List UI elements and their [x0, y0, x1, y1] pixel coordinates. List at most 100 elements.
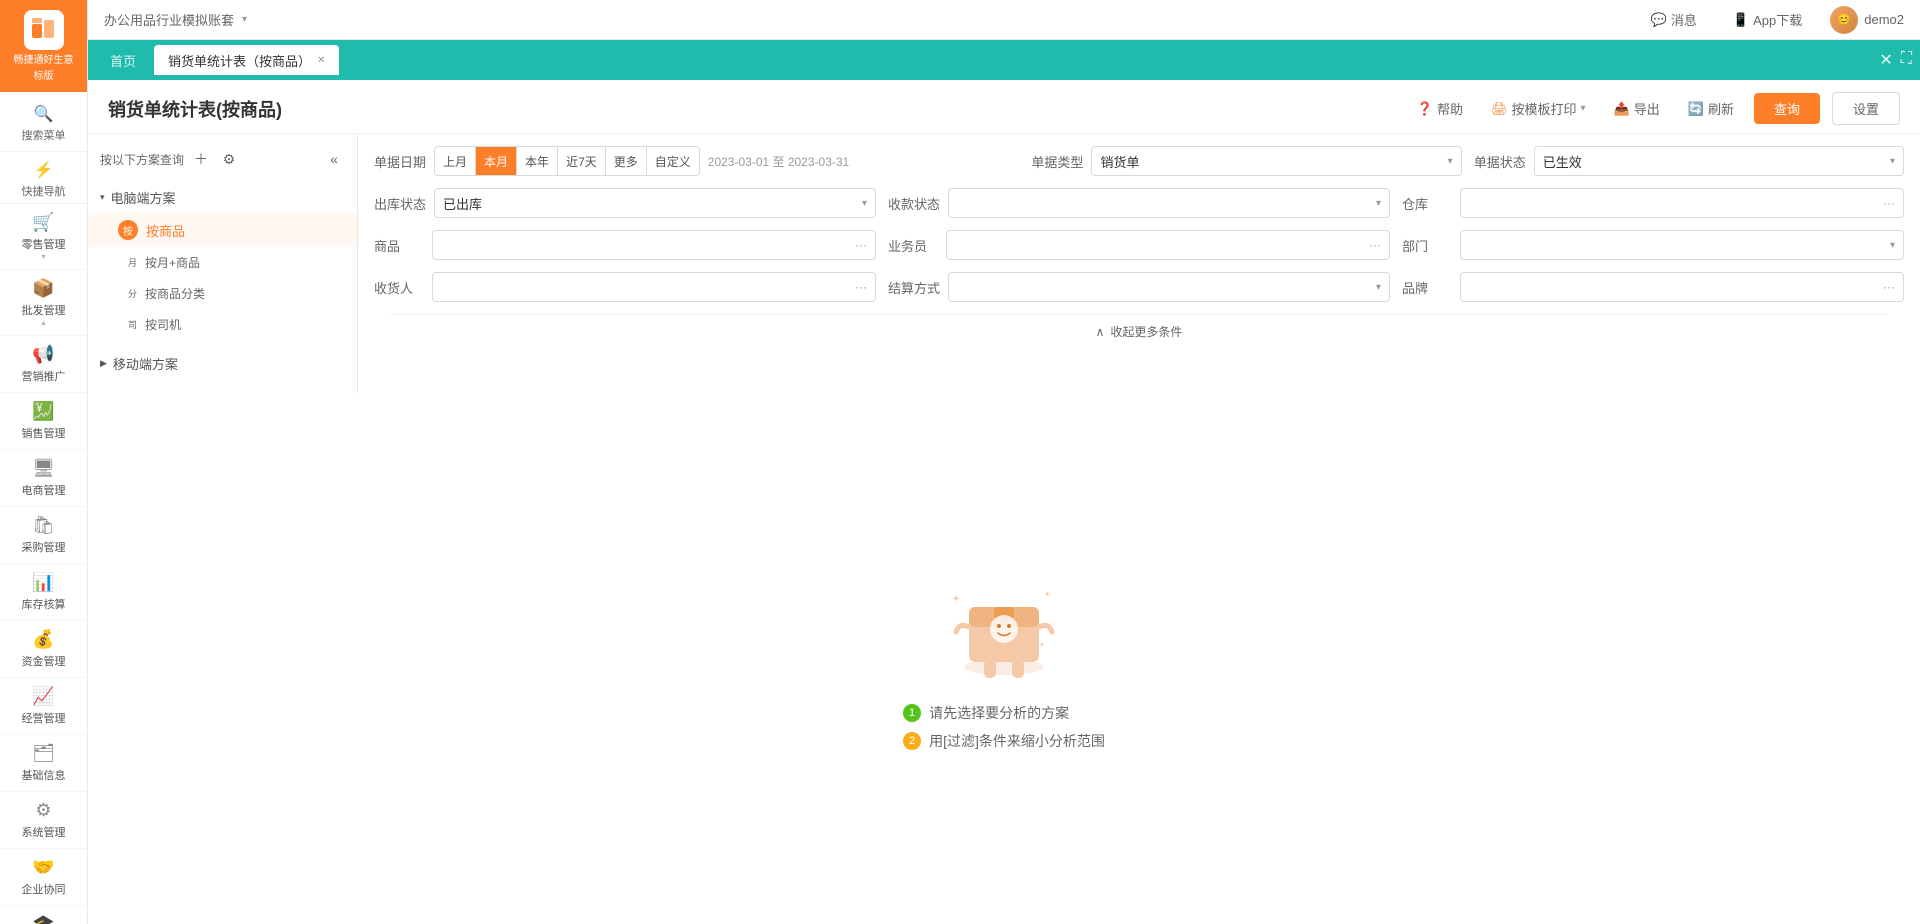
out-status-control[interactable]: 已出库 ▾ — [434, 188, 876, 218]
sidebar-item-marketing[interactable]: 📢 营销推广 — [0, 336, 87, 393]
sidebar-item-finance[interactable]: 💰 资金管理 — [0, 621, 87, 678]
consignee-control[interactable]: ··· — [432, 272, 876, 302]
goods-more[interactable]: ··· — [855, 238, 867, 252]
sidebar-quick-nav[interactable]: ⚡ 快捷导航 — [0, 152, 87, 204]
sidebar-sales-label: 销售管理 — [22, 425, 66, 441]
app-download-label: App下载 — [1753, 10, 1802, 29]
desktop-group-label: 电脑端方案 — [111, 188, 176, 207]
date-tab-custom[interactable]: 自定义 — [647, 147, 699, 175]
date-tab-7days[interactable]: 近7天 — [558, 147, 606, 175]
date-tab-last-month[interactable]: 上月 — [435, 147, 476, 175]
sidebar-item-sales[interactable]: 💹 销售管理 — [0, 393, 87, 450]
tab-sales-stat[interactable]: 销货单统计表（按商品） ✕ — [154, 45, 339, 75]
sidebar-item-system[interactable]: ⚙ 系统管理 — [0, 792, 87, 849]
logo-title: 畅捷通好生意 — [14, 54, 74, 67]
avatar: 😊 — [1830, 6, 1858, 34]
query-button[interactable]: 查询 — [1754, 93, 1820, 124]
out-status-arrow: ▾ — [862, 198, 867, 209]
sidebar-item-guide[interactable]: 🎓 新手引导 — [0, 906, 87, 924]
scheme-settings-btn[interactable]: ⚙ — [218, 148, 240, 170]
print-icon: 🖨 — [1491, 101, 1508, 117]
app-download-btn[interactable]: 📱 App下载 — [1725, 6, 1810, 33]
sidebar-enterprise-label: 企业协同 — [22, 881, 66, 897]
sidebar-finance-label: 资金管理 — [22, 653, 66, 669]
sidebar-marketing-label: 营销推广 — [22, 368, 66, 384]
maximize-icon[interactable]: ⛶ — [1901, 50, 1912, 70]
message-btn[interactable]: 💬 消息 — [1643, 6, 1705, 33]
date-tab-this-year[interactable]: 本年 — [517, 147, 558, 175]
expand-arrow: ▾ — [100, 192, 105, 203]
app-title: 办公用品行业模拟账套 — [104, 10, 234, 29]
sidebar-item-inventory[interactable]: 📊 库存核算 — [0, 564, 87, 621]
tip-text-1: 请先选择要分析的方案 — [929, 703, 1069, 723]
top-header: 办公用品行业模拟账套 ▾ 💬 消息 📱 App下载 😊 demo2 — [88, 0, 1920, 40]
add-scheme-btn[interactable]: ＋ — [190, 148, 212, 170]
sidebar-item-operations[interactable]: 📈 经营管理 — [0, 678, 87, 735]
tab-home[interactable]: 首页 — [96, 45, 150, 75]
receive-status-control[interactable]: ▾ — [948, 188, 1390, 218]
sidebar-search[interactable]: 🔍 搜索菜单 — [0, 92, 87, 152]
sidebar-wholesale-label: 批发管理 — [22, 302, 66, 318]
desktop-group-header[interactable]: ▾ 电脑端方案 — [88, 182, 357, 213]
doc-status-value: 已生效 — [1543, 152, 1582, 171]
sidebar-item-basic[interactable]: 🗂 基础信息 — [0, 735, 87, 792]
sidebar-search-label: 搜索菜单 — [22, 127, 66, 143]
export-btn[interactable]: 📤 导出 — [1606, 95, 1668, 122]
sidebar-item-purchase[interactable]: 🛍 采购管理 — [0, 507, 87, 564]
date-tab-this-month[interactable]: 本月 — [476, 147, 517, 175]
empty-tips: 1 请先选择要分析的方案 2 用[过滤]条件来缩小分析范围 — [903, 703, 1105, 751]
scheme-by-driver[interactable]: 司 按司机 — [88, 309, 357, 340]
brand-more[interactable]: ··· — [1883, 280, 1895, 294]
filter-item-settlement: 结算方式 ▾ — [888, 272, 1390, 302]
ecommerce-icon: 🖥 — [32, 458, 55, 479]
print-label: 按模板打印 — [1512, 99, 1577, 118]
dept-control[interactable]: ▾ — [1460, 230, 1904, 260]
tab-close-icon[interactable]: ✕ — [317, 55, 325, 66]
scheme-by-category[interactable]: 分 按商品分类 — [88, 278, 357, 309]
warehouse-more[interactable]: ··· — [1883, 196, 1895, 210]
sidebar-operations-label: 经营管理 — [22, 710, 66, 726]
tab-home-label: 首页 — [110, 51, 136, 70]
print-dropdown-icon[interactable]: ▾ — [1581, 103, 1586, 114]
refresh-label: 刷新 — [1708, 99, 1734, 118]
doc-type-control[interactable]: 销货单 ▾ — [1091, 146, 1461, 176]
filter-left-panel: 按以下方案查询 ＋ ⚙ « ▾ 电脑端方案 — [88, 134, 358, 393]
sidebar-item-ecommerce[interactable]: 🖥 电商管理 — [0, 450, 87, 507]
salesman-control[interactable]: ··· — [946, 230, 1390, 260]
mobile-scheme-group: ▶ 移动端方案 — [88, 344, 357, 383]
tab-maximize: ✕ ⛶ — [1879, 50, 1912, 70]
page-title: 销货单统计表(按商品) — [108, 96, 282, 122]
user-info[interactable]: 😊 demo2 — [1830, 6, 1904, 34]
salesman-label: 业务员 — [888, 236, 938, 255]
collapse-more-btn[interactable]: ∧ 收起更多条件 — [390, 314, 1888, 344]
app-title-dropdown-icon[interactable]: ▾ — [242, 14, 247, 25]
retail-icon: 🛒 — [32, 212, 54, 233]
svg-text:✦: ✦ — [1039, 641, 1045, 649]
filter-item-salesman: 业务员 ··· — [888, 230, 1390, 260]
settlement-control[interactable]: ▾ — [948, 272, 1390, 302]
doc-status-control[interactable]: 已生效 ▾ — [1534, 146, 1904, 176]
mobile-group-header[interactable]: ▶ 移动端方案 — [88, 348, 357, 379]
help-btn[interactable]: ❓ 帮助 — [1409, 95, 1471, 122]
consignee-more[interactable]: ··· — [855, 280, 867, 294]
settings-button[interactable]: 设置 — [1832, 92, 1900, 125]
brand-control[interactable]: ··· — [1460, 272, 1904, 302]
goods-control[interactable]: ··· — [432, 230, 876, 260]
date-label: 单据日期 — [374, 152, 426, 171]
sidebar-item-retail[interactable]: 🛒 零售管理 ▾ — [0, 204, 87, 270]
sidebar-item-enterprise[interactable]: 🤝 企业协同 — [0, 849, 87, 906]
sidebar-item-wholesale[interactable]: 📦 批发管理 ▴ — [0, 270, 87, 336]
scheme-by-goods[interactable]: 按 按商品 — [88, 213, 357, 247]
quick-nav-icon: ⚡ — [34, 160, 54, 180]
warehouse-control[interactable]: ··· — [1460, 188, 1904, 218]
refresh-btn[interactable]: 🔄 刷新 — [1680, 95, 1742, 122]
filter-row-2: 出库状态 已出库 ▾ 收款状态 ▾ 仓库 — [374, 188, 1904, 218]
date-tab-more[interactable]: 更多 — [606, 147, 647, 175]
date-tabs: 上月 本月 本年 近7天 更多 自定义 — [434, 146, 700, 176]
minimize-icon[interactable]: ✕ — [1879, 50, 1892, 70]
collapse-left-btn[interactable]: « — [323, 148, 345, 170]
scheme-by-month-goods[interactable]: 月 按月+商品 — [88, 247, 357, 278]
print-btn[interactable]: 🖨 按模板打印 ▾ — [1483, 95, 1594, 122]
collapse-icon: « — [330, 151, 338, 167]
salesman-more[interactable]: ··· — [1369, 238, 1381, 252]
